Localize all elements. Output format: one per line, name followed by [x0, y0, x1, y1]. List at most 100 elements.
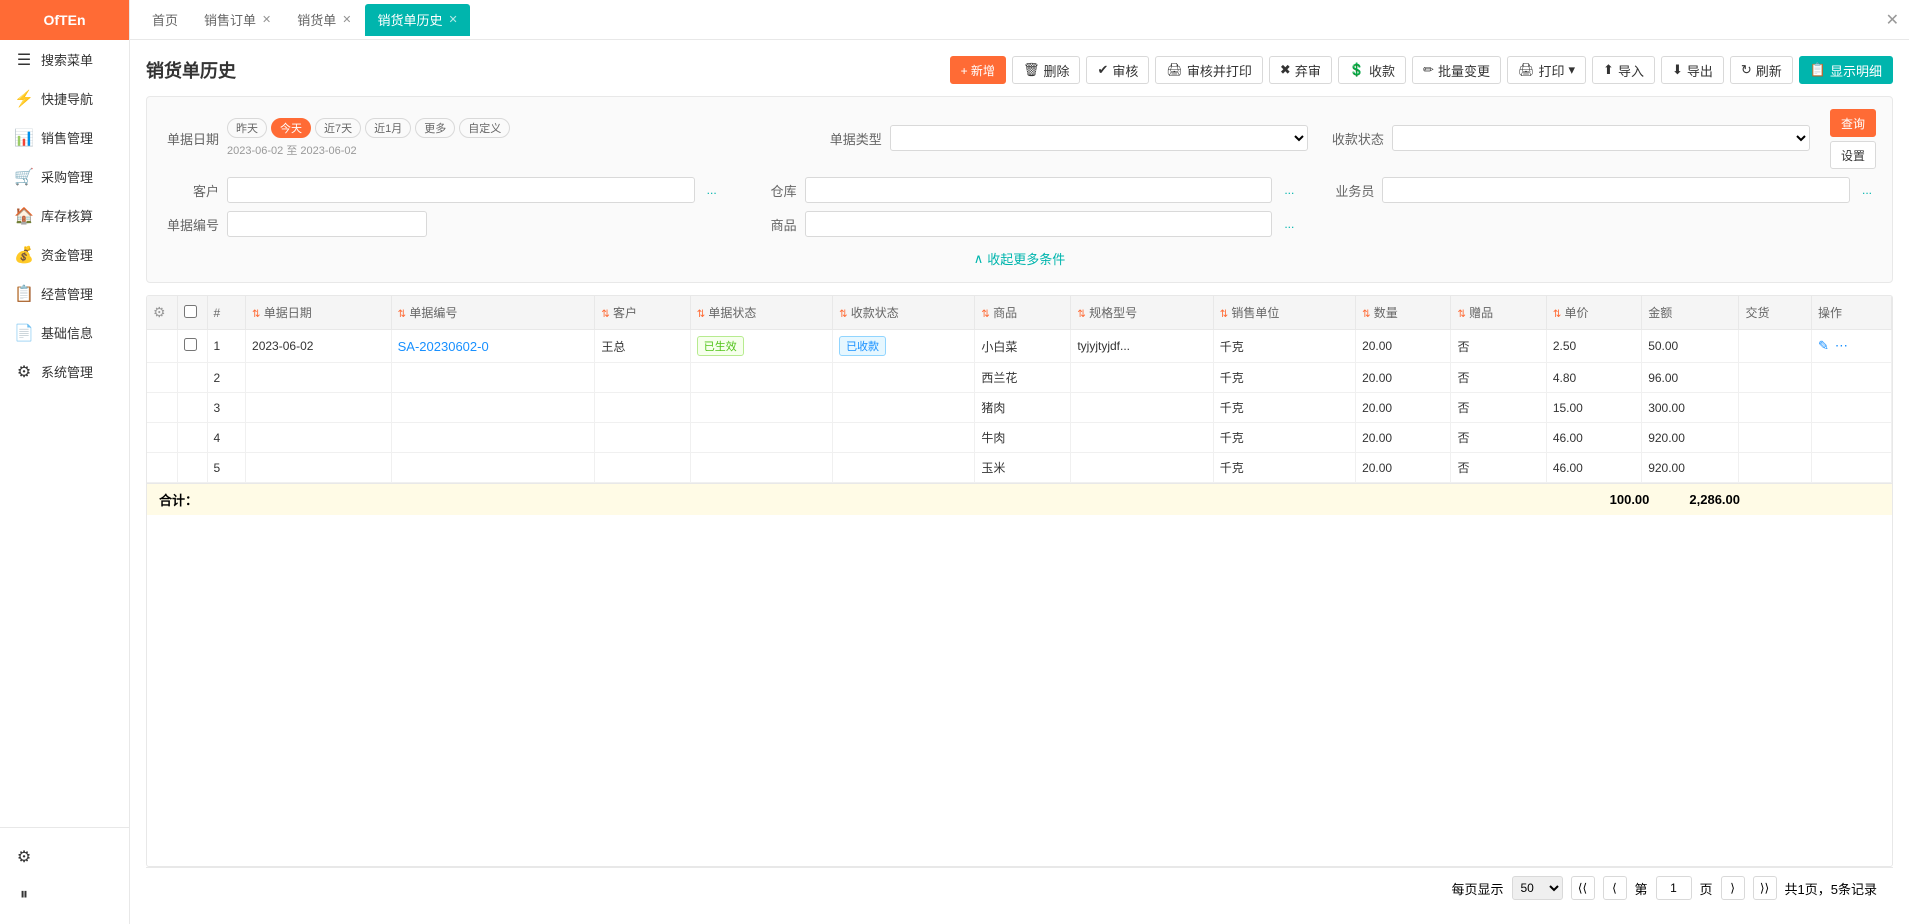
salesperson-ellipsis-button[interactable]: ...: [1858, 183, 1876, 197]
cell-docnum-4: [391, 453, 595, 483]
sidebar-item-sales-mgmt[interactable]: 📊 销售管理: [0, 118, 129, 157]
abandon-icon: ✖: [1280, 62, 1291, 78]
sidebar-item-label-inventory: 库存核算: [41, 206, 93, 225]
sort-icon-date[interactable]: ⇅: [252, 309, 260, 320]
window-close-icon[interactable]: ✕: [1886, 10, 1899, 30]
audit-print-button[interactable]: 🖨 审核并打印: [1155, 56, 1263, 84]
sort-icon-price[interactable]: ⇅: [1553, 309, 1561, 320]
more-icon-0[interactable]: ⋯: [1835, 338, 1848, 354]
abandon-button[interactable]: ✖ 弃审: [1269, 56, 1332, 84]
cell-collectstatus-4: [833, 453, 975, 483]
cell-gift-1: 否: [1451, 363, 1546, 393]
select-all-checkbox[interactable]: [184, 305, 197, 318]
import-button[interactable]: ⬆ 导入: [1592, 56, 1655, 84]
doc-num-input[interactable]: [227, 211, 427, 237]
sort-icon-goods[interactable]: ⇅: [981, 309, 989, 320]
tab-sales-history[interactable]: 销货单历史✕: [365, 4, 469, 36]
goods-ellipsis-button[interactable]: ...: [1280, 217, 1298, 231]
collect-status-label: 收款状态: [1328, 129, 1384, 148]
cell-collectstatus-0: 已收款: [833, 330, 975, 363]
sidebar-item-pause[interactable]: ⏸: [0, 876, 129, 914]
chevron-up-icon: ∧: [974, 251, 984, 267]
goods-input[interactable]: [805, 211, 1273, 237]
date-pill-今天[interactable]: 今天: [271, 118, 311, 138]
sidebar-item-sys-mgmt[interactable]: ⚙ 系统管理: [0, 352, 129, 391]
date-pill-近7天[interactable]: 近7天: [315, 118, 361, 138]
first-page-button[interactable]: ⟨⟨: [1571, 876, 1595, 900]
sidebar-item-gear[interactable]: ⚙: [0, 838, 129, 876]
new-button[interactable]: + 新增: [950, 56, 1006, 84]
th-spec: ⇅ 规格型号: [1071, 296, 1213, 330]
sidebar-item-basic-info[interactable]: 📄 基础信息: [0, 313, 129, 352]
delete-button[interactable]: 🗑 删除: [1012, 56, 1081, 84]
search-menu-icon: ☰: [15, 51, 33, 69]
row-checkbox-0[interactable]: [184, 338, 197, 351]
sort-icon-unit[interactable]: ⇅: [1220, 309, 1228, 320]
doc-type-group: 单据类型: [826, 125, 1308, 151]
export-button[interactable]: ⬇ 导出: [1661, 56, 1724, 84]
page-input[interactable]: [1656, 876, 1692, 900]
sort-icon-docstatus[interactable]: ⇅: [697, 309, 705, 320]
sort-icon-collectstatus[interactable]: ⇅: [839, 309, 847, 320]
summary-label: 合计：: [159, 490, 359, 509]
date-pill-昨天[interactable]: 昨天: [227, 118, 267, 138]
sidebar-item-finance[interactable]: 💰 资金管理: [0, 235, 129, 274]
cell-gear-2: [147, 393, 177, 423]
salesperson-input[interactable]: [1382, 177, 1850, 203]
sort-icon-gift[interactable]: ⇅: [1457, 309, 1465, 320]
cell-qty-3: 20.00: [1356, 423, 1451, 453]
collect-button[interactable]: 💲 收款: [1338, 56, 1406, 84]
tab-sales-goods[interactable]: 销货单✕: [285, 4, 363, 36]
cell-docstatus-3: [690, 423, 832, 453]
audit-button[interactable]: ✔ 审核: [1086, 56, 1149, 84]
sidebar-item-purchase-mgmt[interactable]: 🛒 采购管理: [0, 157, 129, 196]
print-button[interactable]: 🖨 打印 ▾: [1507, 56, 1586, 84]
tab-close-sales-history[interactable]: ✕: [449, 13, 458, 26]
per-page-select[interactable]: 50 100 200: [1512, 876, 1563, 900]
sidebar-item-label-sales-mgmt: 销售管理: [41, 128, 93, 147]
sidebar-item-inventory[interactable]: 🏠 库存核算: [0, 196, 129, 235]
collect-status-select[interactable]: [1392, 125, 1810, 151]
sort-icon-spec[interactable]: ⇅: [1077, 309, 1085, 320]
search-form: 单据日期 昨天今天近7天近1月更多自定义 2023-06-02 至 2023-0…: [146, 96, 1893, 283]
table-settings-icon[interactable]: ⚙: [153, 304, 166, 320]
cell-date-3: [246, 423, 392, 453]
tab-close-sales-goods[interactable]: ✕: [342, 13, 351, 26]
doc-num-link-0[interactable]: SA-20230602-0: [398, 339, 489, 354]
th-doc-status: ⇅ 单据状态: [690, 296, 832, 330]
query-button[interactable]: 查询: [1830, 109, 1876, 137]
cell-docstatus-0: 已生效: [690, 330, 832, 363]
cell-docstatus-2: [690, 393, 832, 423]
date-pill-更多[interactable]: 更多: [415, 118, 455, 138]
last-page-button[interactable]: ⟩⟩: [1753, 876, 1777, 900]
date-pill-自定义[interactable]: 自定义: [459, 118, 510, 138]
customer-input[interactable]: [227, 177, 695, 203]
sort-icon-customer[interactable]: ⇅: [601, 309, 609, 320]
date-pill-近1月[interactable]: 近1月: [365, 118, 411, 138]
sales-mgmt-icon: 📊: [15, 129, 33, 147]
doc-type-select[interactable]: [890, 125, 1308, 151]
warehouse-ellipsis-button[interactable]: ...: [1280, 183, 1298, 197]
next-page-button[interactable]: ⟩: [1721, 876, 1745, 900]
sort-icon-qty[interactable]: ⇅: [1362, 309, 1370, 320]
prev-page-button[interactable]: ⟨: [1603, 876, 1627, 900]
tab-home[interactable]: 首页: [140, 4, 190, 36]
print-icon: 🖨: [1518, 62, 1535, 78]
sort-icon-docnum[interactable]: ⇅: [398, 309, 406, 320]
sidebar-item-operations[interactable]: 📋 经营管理: [0, 274, 129, 313]
edit-icon-0[interactable]: ✎: [1818, 338, 1829, 354]
warehouse-input[interactable]: [805, 177, 1273, 203]
cell-rownum-0: 1: [207, 330, 246, 363]
sidebar-item-search-menu[interactable]: ☰ 搜索菜单: [0, 40, 129, 79]
settings-button[interactable]: 设置: [1830, 141, 1876, 169]
tab-sales-order[interactable]: 销售订单✕: [192, 4, 283, 36]
sidebar-item-quick-nav[interactable]: ⚡ 快捷导航: [0, 79, 129, 118]
batch-change-button[interactable]: ✏ 批量变更: [1412, 56, 1501, 84]
refresh-button[interactable]: ↻ 刷新: [1730, 56, 1793, 84]
cell-price-1: 4.80: [1546, 363, 1641, 393]
customer-ellipsis-button[interactable]: ...: [703, 183, 721, 197]
cell-docnum-3: [391, 423, 595, 453]
tab-close-sales-order[interactable]: ✕: [262, 13, 271, 26]
collapse-button[interactable]: ∧ 收起更多条件: [163, 245, 1876, 272]
show-details-button[interactable]: 📋 显示明细: [1799, 56, 1893, 84]
